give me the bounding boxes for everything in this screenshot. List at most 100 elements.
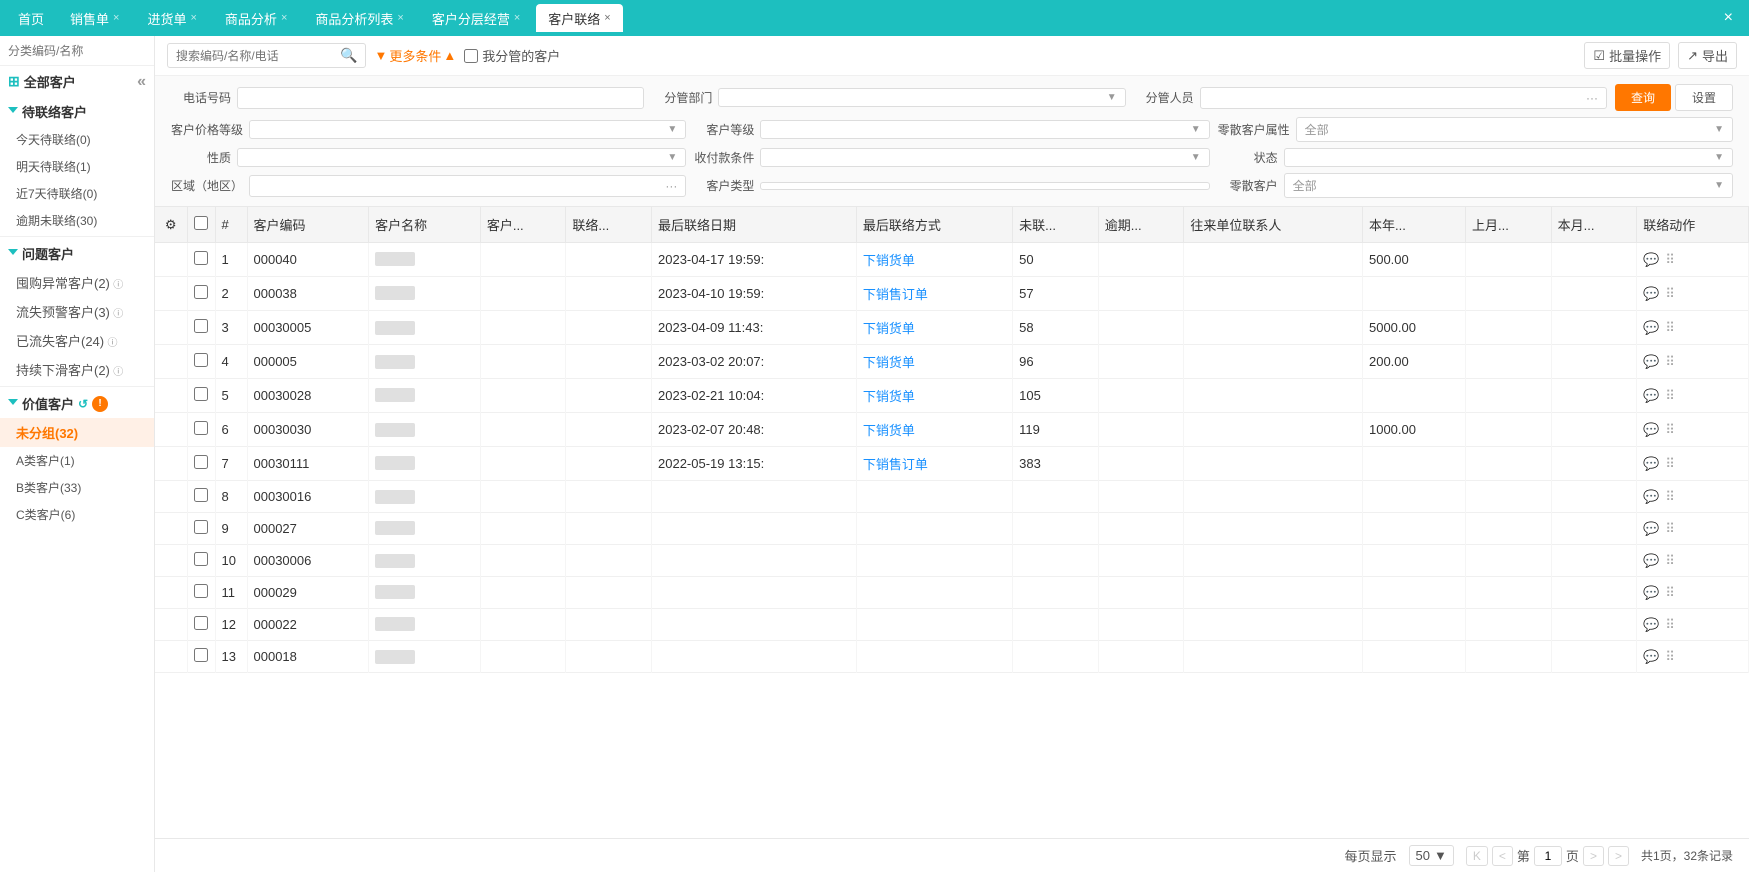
last-method-link-1[interactable]: 下销售订单	[863, 287, 928, 302]
sidebar-item-today[interactable]: 今天待联络(0)	[0, 126, 154, 153]
all-customers-header[interactable]: ⊞ 全部客户 «	[0, 66, 154, 97]
action-grid-icon-3[interactable]: ⠿	[1665, 354, 1675, 370]
sidebar-item-class-c[interactable]: C类客户(6)	[0, 501, 154, 528]
prev-page-button[interactable]: <	[1492, 846, 1513, 866]
tab-customer-tier[interactable]: 客户分层经营 ×	[420, 4, 532, 32]
col-code[interactable]: 客户编码	[247, 207, 369, 243]
price-level-select[interactable]: ▼	[249, 120, 686, 139]
nature-select[interactable]: ▼	[237, 148, 686, 167]
last-method-link-0[interactable]: 下销货单	[863, 253, 915, 268]
row-checkbox-0[interactable]	[194, 251, 208, 265]
last-method-link-3[interactable]: 下销货单	[863, 355, 915, 370]
row-checkbox-4[interactable]	[194, 387, 208, 401]
refresh-icon[interactable]: ↺	[78, 397, 88, 411]
row-checkbox-9[interactable]	[194, 552, 208, 566]
reset-button[interactable]: 设置	[1675, 84, 1733, 111]
col-gear[interactable]: ⚙	[155, 207, 187, 243]
tab-purchase-close[interactable]: ×	[190, 12, 196, 24]
status-select[interactable]: ▼	[1284, 148, 1733, 167]
sidebar-item-stockpile-abnormal[interactable]: 囤购异常客户(2) ⓘ	[0, 268, 154, 297]
query-button[interactable]: 查询	[1615, 84, 1671, 111]
export-btn[interactable]: ↗ 导出	[1678, 42, 1737, 69]
action-chat-icon-12[interactable]: 💬	[1643, 649, 1659, 665]
pay-terms-select[interactable]: ▼	[760, 148, 1209, 167]
row-checkbox-10[interactable]	[194, 584, 208, 598]
row-checkbox-2[interactable]	[194, 319, 208, 333]
action-chat-icon-2[interactable]: 💬	[1643, 320, 1659, 336]
action-chat-icon-6[interactable]: 💬	[1643, 456, 1659, 472]
action-grid-icon-1[interactable]: ⠿	[1665, 286, 1675, 302]
my-customer-cb[interactable]	[464, 49, 478, 63]
tab-sales[interactable]: 销售单 ×	[58, 4, 131, 32]
sidebar-item-churn-warning[interactable]: 流失预警客户(3) ⓘ	[0, 297, 154, 326]
my-customer-checkbox[interactable]: 我分管的客户	[464, 46, 560, 65]
retail-attr-select[interactable]: 全部 ▼	[1296, 117, 1733, 142]
row-checkbox-12[interactable]	[194, 648, 208, 662]
home-tab[interactable]: 首页	[8, 9, 54, 28]
action-grid-icon-9[interactable]: ⠿	[1665, 553, 1675, 569]
window-close-button[interactable]: ×	[1716, 9, 1741, 27]
row-checkbox-11[interactable]	[194, 616, 208, 630]
select-all-checkbox[interactable]	[194, 216, 208, 230]
action-grid-icon-12[interactable]: ⠿	[1665, 649, 1675, 665]
main-search-icon[interactable]: 🔍	[340, 47, 357, 64]
tab-product-analysis-close[interactable]: ×	[281, 12, 287, 24]
action-grid-icon-4[interactable]: ⠿	[1665, 388, 1675, 404]
last-method-link-4[interactable]: 下销货单	[863, 389, 915, 404]
tab-customer-tier-close[interactable]: ×	[514, 12, 520, 24]
last-page-button[interactable]: >	[1608, 846, 1629, 866]
sidebar-search-input[interactable]	[8, 44, 155, 58]
region-select[interactable]: ···	[249, 175, 686, 197]
tab-sales-close[interactable]: ×	[113, 12, 119, 24]
sidebar-item-class-a[interactable]: A类客户(1)	[0, 447, 154, 474]
first-page-button[interactable]: K	[1466, 846, 1488, 866]
action-chat-icon-3[interactable]: 💬	[1643, 354, 1659, 370]
dept-select[interactable]: ▼	[718, 88, 1125, 107]
action-grid-icon-11[interactable]: ⠿	[1665, 617, 1675, 633]
sidebar-item-declining[interactable]: 持续下滑客户(2) ⓘ	[0, 355, 154, 384]
col-name[interactable]: 客户名称	[369, 207, 481, 243]
tab-product-analysis[interactable]: 商品分析 ×	[213, 4, 299, 32]
row-checkbox-5[interactable]	[194, 421, 208, 435]
action-grid-icon-5[interactable]: ⠿	[1665, 422, 1675, 438]
row-checkbox-6[interactable]	[194, 455, 208, 469]
region-more-icon[interactable]: ···	[665, 179, 677, 193]
action-grid-icon-10[interactable]: ⠿	[1665, 585, 1675, 601]
batch-op-btn[interactable]: ☑ 批量操作	[1584, 42, 1670, 69]
sidebar-item-tomorrow[interactable]: 明天待联络(1)	[0, 153, 154, 180]
person-select[interactable]: ···	[1200, 87, 1607, 109]
tab-product-analysis-list-close[interactable]: ×	[397, 12, 403, 24]
page-number-input[interactable]	[1534, 846, 1562, 866]
sidebar-item-churned[interactable]: 已流失客户(24) ⓘ	[0, 326, 154, 355]
last-method-link-6[interactable]: 下销售订单	[863, 457, 928, 472]
action-grid-icon-6[interactable]: ⠿	[1665, 456, 1675, 472]
action-chat-icon-11[interactable]: 💬	[1643, 617, 1659, 633]
phone-input[interactable]	[237, 87, 644, 109]
pending-contact-section[interactable]: 待联络客户	[0, 97, 154, 126]
sidebar-collapse-icon[interactable]: «	[137, 73, 146, 91]
action-chat-icon-1[interactable]: 💬	[1643, 286, 1659, 302]
main-search-input[interactable]	[176, 49, 336, 63]
action-chat-icon-10[interactable]: 💬	[1643, 585, 1659, 601]
tab-customer-contact-close[interactable]: ×	[604, 12, 610, 24]
tab-product-analysis-list[interactable]: 商品分析列表 ×	[303, 4, 415, 32]
row-checkbox-3[interactable]	[194, 353, 208, 367]
tab-purchase[interactable]: 进货单 ×	[135, 4, 208, 32]
action-grid-icon-8[interactable]: ⠿	[1665, 521, 1675, 537]
last-method-link-2[interactable]: 下销货单	[863, 321, 915, 336]
person-more-icon[interactable]: ···	[1586, 91, 1598, 105]
row-checkbox-1[interactable]	[194, 285, 208, 299]
action-chat-icon-9[interactable]: 💬	[1643, 553, 1659, 569]
col-no-contact[interactable]: 未联...	[1013, 207, 1099, 243]
per-page-select[interactable]: 50 ▼	[1409, 845, 1454, 866]
sidebar-item-7days[interactable]: 近7天待联络(0)	[0, 180, 154, 207]
sidebar-item-unclassified[interactable]: 未分组(32)	[0, 418, 154, 447]
action-grid-icon-7[interactable]: ⠿	[1665, 489, 1675, 505]
row-checkbox-7[interactable]	[194, 488, 208, 502]
col-last-date[interactable]: 最后联络日期	[652, 207, 857, 243]
retail-select[interactable]: 全部 ▼	[1284, 173, 1733, 198]
tab-customer-contact[interactable]: 客户联络 ×	[536, 4, 622, 32]
action-grid-icon-0[interactable]: ⠿	[1665, 252, 1675, 268]
next-page-button[interactable]: >	[1583, 846, 1604, 866]
action-chat-icon-5[interactable]: 💬	[1643, 422, 1659, 438]
